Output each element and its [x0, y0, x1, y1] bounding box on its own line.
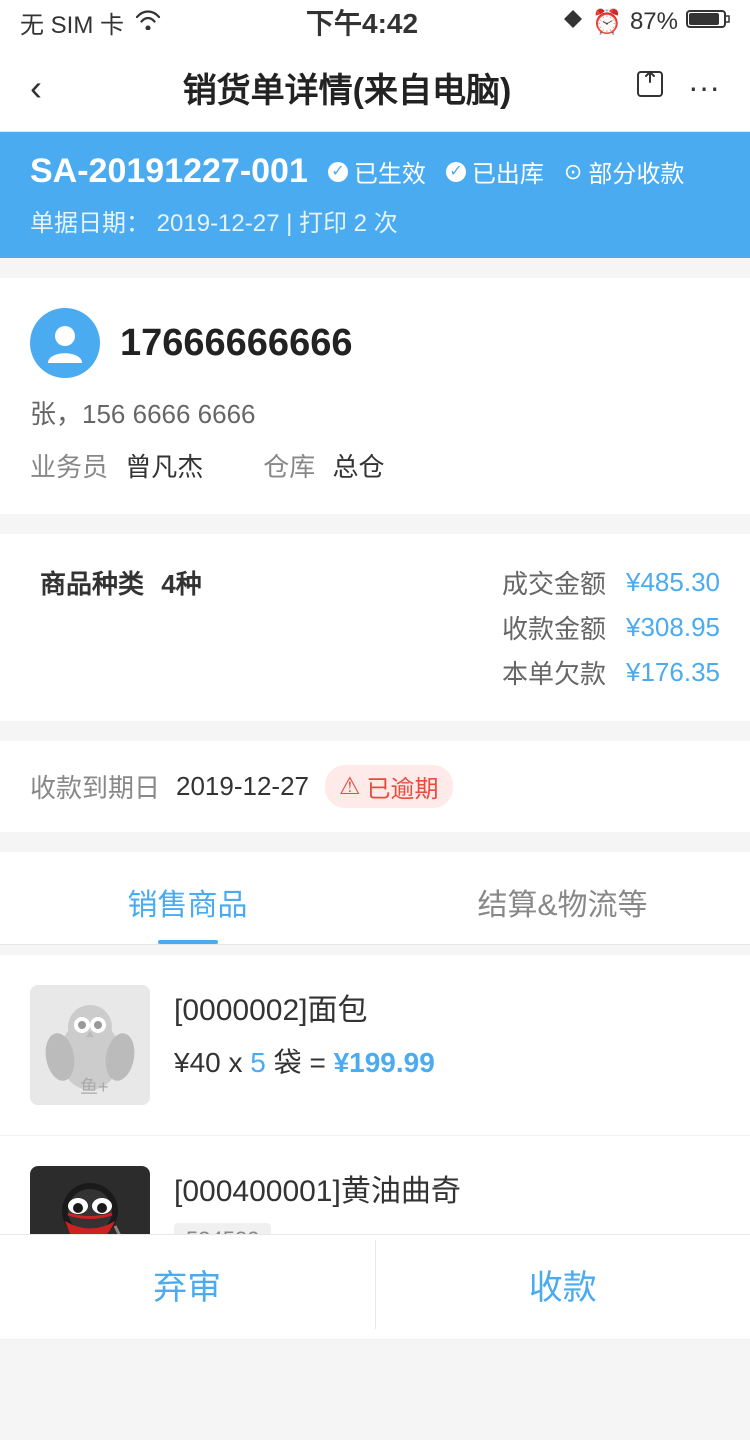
- status-right: ⏰ 87%: [562, 8, 730, 37]
- received-amount-row: 收款金额 ¥308.95: [502, 609, 720, 646]
- cancel-review-button[interactable]: 弃审: [0, 1240, 376, 1329]
- check-icon-2: ✓: [446, 162, 466, 182]
- product-name-bread: [0000002]面包: [174, 985, 720, 1029]
- share-icon[interactable]: [632, 66, 668, 110]
- product-name-cookies: [000400001]黄油曲奇: [174, 1166, 720, 1210]
- tab-products[interactable]: 销售商品: [0, 852, 375, 944]
- alarm-icon: ⏰: [592, 8, 622, 37]
- svg-text:鱼+: 鱼+: [80, 1077, 109, 1097]
- wifi-icon: [134, 8, 162, 37]
- order-header: SA-20191227-001 ✓ 已生效 ✓ 已出库 ⊙ 部分收款 单据日期：…: [0, 132, 750, 258]
- status-partial-payment: ⊙ 部分收款: [564, 154, 684, 189]
- overdue-icon: ⚠: [339, 772, 361, 801]
- nav-right-icons: ···: [632, 66, 720, 110]
- overdue-badge: ⚠ 已逾期: [325, 765, 453, 808]
- tabs-container: 销售商品 结算&物流等: [0, 852, 750, 945]
- status-bar: 无 SIM 卡 下午4:42 ⏰ 87%: [0, 0, 750, 44]
- tab-settlement[interactable]: 结算&物流等: [375, 852, 750, 944]
- battery-text: 87%: [630, 8, 678, 36]
- stats-right: 成交金额 ¥485.30 收款金额 ¥308.95 本单欠款 ¥176.35: [502, 564, 720, 691]
- back-button[interactable]: ‹: [30, 67, 62, 109]
- product-price-bread: ¥40 x 5 袋 = ¥199.99: [174, 1041, 720, 1081]
- product-category: 商品种类 4种: [30, 564, 202, 601]
- customer-name-phone: 张，156 6666 6666: [30, 394, 720, 431]
- bottom-action-bar: 弃审 收款: [0, 1234, 750, 1334]
- sim-status: 无 SIM 卡: [20, 5, 124, 40]
- product-thumb-bread: 鱼+: [30, 985, 150, 1105]
- customer-phone: 17666666666: [120, 322, 352, 365]
- warehouse-info: 仓库 总仓: [263, 447, 384, 484]
- due-date-section: 收款到期日 2019-12-27 ⚠ 已逾期: [0, 741, 750, 832]
- customer-meta: 业务员 曾凡杰 仓库 总仓: [30, 447, 720, 484]
- collect-payment-button[interactable]: 收款: [376, 1240, 750, 1329]
- more-icon[interactable]: ···: [688, 69, 720, 106]
- debt-amount-row: 本单欠款 ¥176.35: [502, 654, 720, 691]
- page-title: 销货单详情(来自电脑): [62, 63, 632, 112]
- status-effective: ✓ 已生效: [328, 154, 426, 189]
- location-icon: [562, 8, 584, 37]
- deal-amount-row: 成交金额 ¥485.30: [502, 564, 720, 601]
- status-shipped: ✓ 已出库: [446, 154, 544, 189]
- order-id: SA-20191227-001: [30, 152, 308, 191]
- product-info-bread: [0000002]面包 ¥40 x 5 袋 = ¥199.99: [174, 985, 720, 1081]
- status-time: 下午4:42: [306, 2, 418, 42]
- avatar: [30, 308, 100, 378]
- status-left: 无 SIM 卡: [20, 5, 162, 40]
- order-date-line: 单据日期： 2019-12-27 | 打印 2 次: [30, 203, 720, 238]
- customer-section: 17666666666 张，156 6666 6666 业务员 曾凡杰 仓库 总…: [0, 278, 750, 514]
- clock-icon: ⊙: [564, 159, 582, 185]
- nav-bar: ‹ 销货单详情(来自电脑) ···: [0, 44, 750, 132]
- check-icon-1: ✓: [328, 162, 348, 182]
- stats-left: 商品种类 4种: [30, 564, 202, 601]
- product-item-bread: 鱼+ [0000002]面包 ¥40 x 5 袋 = ¥199.99: [0, 955, 750, 1136]
- stats-section: 商品种类 4种 成交金额 ¥485.30 收款金额 ¥308.95 本单欠款 ¥…: [0, 534, 750, 721]
- battery-icon: [686, 8, 730, 37]
- salesperson-info: 业务员 曾凡杰: [30, 447, 203, 484]
